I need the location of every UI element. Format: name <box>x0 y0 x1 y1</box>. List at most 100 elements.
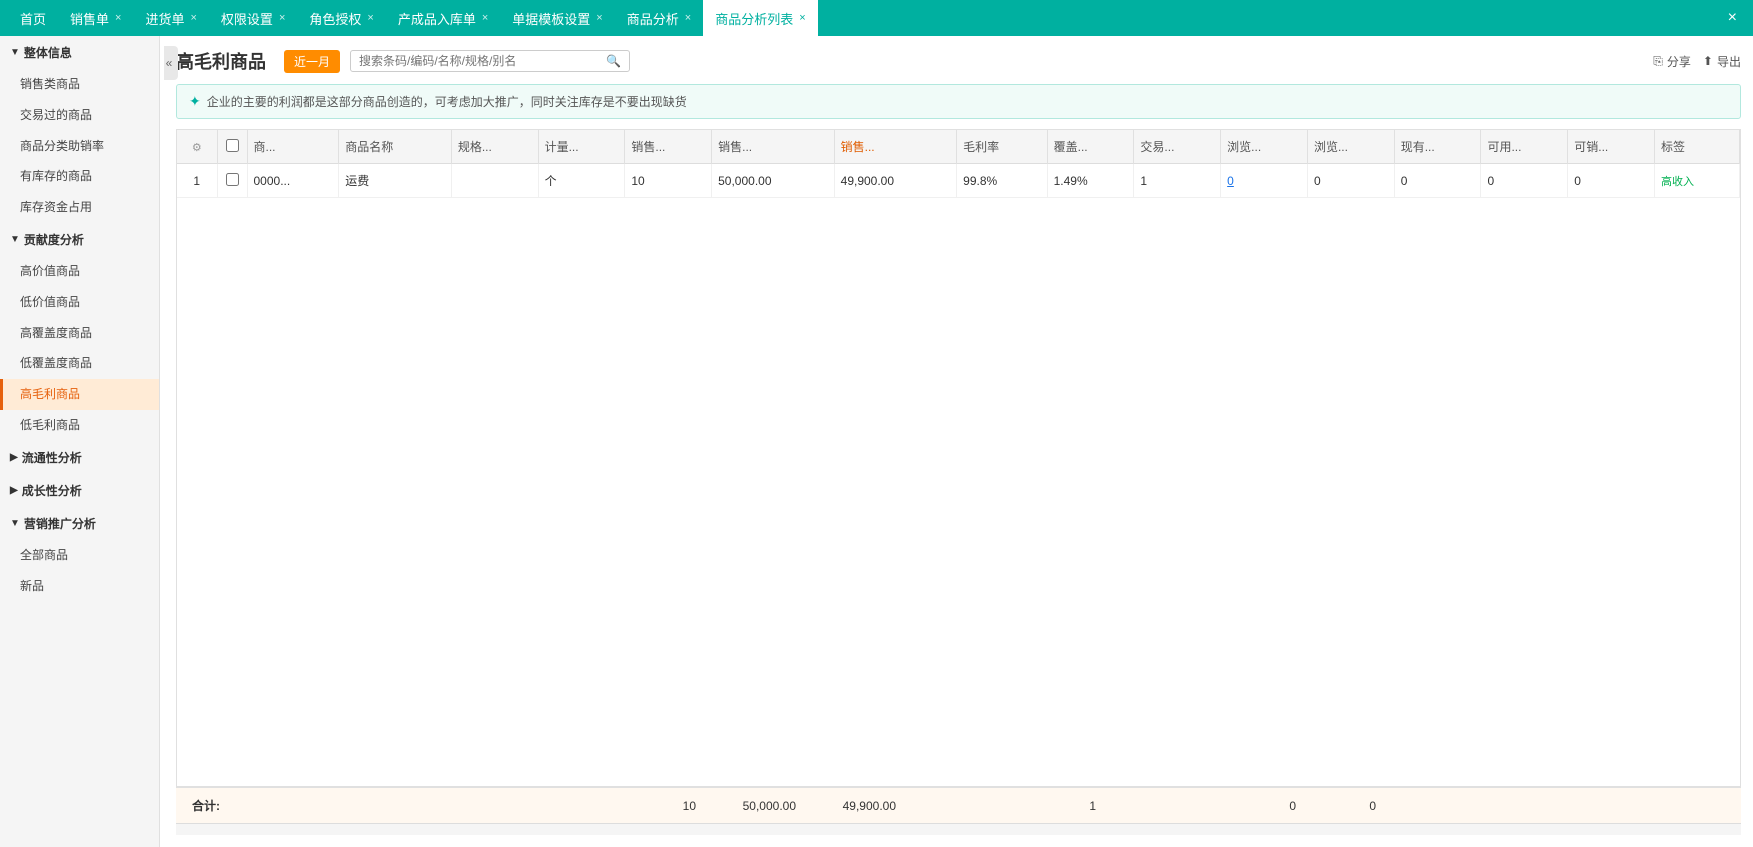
close-all-tabs[interactable]: × <box>1720 9 1745 27</box>
cell-view1[interactable]: 0 <box>1221 164 1308 198</box>
th-view2[interactable]: 浏览... <box>1307 130 1394 164</box>
th-current-stock[interactable]: 现有... <box>1394 130 1481 164</box>
chevron-right-icon: ▶ <box>10 452 18 463</box>
footer-cells: 10 50,000.00 49,900.00 1 0 0 <box>382 799 1735 813</box>
th-view1[interactable]: 浏览... <box>1221 130 1308 164</box>
footer-trade: 1 <box>1022 799 1102 813</box>
sidebar-item-sales-goods[interactable]: 销售类商品 <box>0 69 159 100</box>
cell-spec <box>451 164 538 198</box>
footer-spacer4 <box>902 799 962 813</box>
nav-purchase[interactable]: 进货单 × <box>133 0 208 36</box>
cell-name: 运费 <box>339 164 452 198</box>
th-sales-profit[interactable]: 销售... <box>834 130 957 164</box>
close-icon[interactable]: × <box>799 12 805 24</box>
filter-button[interactable]: 近一月 <box>284 50 340 73</box>
nav-production[interactable]: 产成品入库单 × <box>386 0 500 36</box>
th-available[interactable]: 可用... <box>1481 130 1568 164</box>
close-icon[interactable]: × <box>596 12 602 24</box>
nav-sales[interactable]: 销售单 × <box>58 0 133 36</box>
close-icon[interactable]: × <box>279 12 285 24</box>
th-tag[interactable]: 标签 <box>1655 130 1740 164</box>
sidebar-item-high-coverage[interactable]: 高覆盖度商品 <box>0 318 159 349</box>
footer-spacer7 <box>1162 799 1222 813</box>
sidebar-item-low-margin[interactable]: 低毛利商品 <box>0 410 159 441</box>
th-sales-amount[interactable]: 销售... <box>712 130 835 164</box>
select-all-checkbox[interactable] <box>226 139 239 152</box>
page-title: 高毛利商品 <box>176 48 266 74</box>
main-layout: ▼ 整体信息 销售类商品 交易过的商品 商品分类助销率 有库存的商品 库存资金占… <box>0 36 1753 847</box>
close-icon[interactable]: × <box>685 12 691 24</box>
top-nav: 首页 销售单 × 进货单 × 权限设置 × 角色授权 × 产成品入库单 × 单据… <box>0 0 1753 36</box>
table-row: 1 0000... 运费 <box>177 164 1740 198</box>
chevron-right-icon: ▶ <box>10 485 18 496</box>
th-spec[interactable]: 规格... <box>451 130 538 164</box>
cell-num: 1 <box>177 164 217 198</box>
sidebar-item-stock-funds[interactable]: 库存资金占用 <box>0 192 159 223</box>
footer-spacer5 <box>962 799 1022 813</box>
th-name[interactable]: 商品名称 <box>339 130 452 164</box>
content-header: 高毛利商品 近一月 🔍 ⎘ 分享 ⬆ 导出 <box>176 48 1741 74</box>
nav-template[interactable]: 单据模板设置 × <box>500 0 614 36</box>
th-trade[interactable]: 交易... <box>1134 130 1221 164</box>
settings-icon[interactable]: ⚙ <box>192 142 202 154</box>
cell-unit: 个 <box>538 164 625 198</box>
sidebar-item-traded-goods[interactable]: 交易过的商品 <box>0 100 159 131</box>
th-code[interactable]: 商... <box>247 130 339 164</box>
export-button[interactable]: ⬆ 导出 <box>1703 53 1741 70</box>
chevron-down-icon: ▼ <box>10 47 20 58</box>
close-icon[interactable]: × <box>115 12 121 24</box>
nav-home[interactable]: 首页 <box>8 0 58 36</box>
footer-totals: 合计: 10 50,000.00 49,900.00 1 0 0 <box>176 787 1741 823</box>
sidebar-group-marketing[interactable]: ▼ 营销推广分析 <box>0 507 159 540</box>
share-icon: ⎘ <box>1653 54 1663 69</box>
sidebar-item-high-margin[interactable]: 高毛利商品 <box>0 379 159 410</box>
th-margin-rate[interactable]: 毛利率 <box>957 130 1047 164</box>
search-input[interactable] <box>359 54 606 68</box>
close-icon[interactable]: × <box>482 12 488 24</box>
th-num: ⚙ <box>177 130 217 164</box>
th-sales-qty[interactable]: 销售... <box>625 130 712 164</box>
footer-spacer <box>382 799 502 813</box>
sidebar-item-category-rate[interactable]: 商品分类助销率 <box>0 131 159 162</box>
sidebar-item-high-value[interactable]: 高价值商品 <box>0 256 159 287</box>
cell-check[interactable] <box>217 164 247 198</box>
sidebar-group-growth[interactable]: ▶ 成长性分析 <box>0 474 159 507</box>
cell-code: 0000... <box>247 164 339 198</box>
search-icon[interactable]: 🔍 <box>606 54 621 68</box>
info-icon: ✦ <box>189 93 201 110</box>
chevron-down-icon: ▼ <box>10 234 20 245</box>
sidebar-item-low-coverage[interactable]: 低覆盖度商品 <box>0 348 159 379</box>
footer-label: 合计: <box>182 797 382 814</box>
sidebar-group-overall[interactable]: ▼ 整体信息 <box>0 36 159 69</box>
cell-view2: 0 <box>1307 164 1394 198</box>
th-coverage[interactable]: 覆盖... <box>1047 130 1134 164</box>
th-sellable[interactable]: 可销... <box>1568 130 1655 164</box>
cell-sales-amount: 50,000.00 <box>712 164 835 198</box>
nav-analysis[interactable]: 商品分析 × <box>615 0 703 36</box>
nav-permissions[interactable]: 权限设置 × <box>209 0 297 36</box>
footer-spacer6 <box>1102 799 1162 813</box>
chevron-left-icon: « <box>166 56 173 70</box>
row-checkbox[interactable] <box>226 173 239 186</box>
sidebar-item-all-goods[interactable]: 全部商品 <box>0 540 159 571</box>
sidebar-collapse-btn[interactable]: « <box>164 46 178 80</box>
sidebar-group-contribution[interactable]: ▼ 贡献度分析 <box>0 223 159 256</box>
footer-spacer3 <box>582 799 642 813</box>
nav-analysis-list[interactable]: 商品分析列表 × <box>703 0 817 36</box>
footer-spacer2 <box>502 799 582 813</box>
th-unit[interactable]: 计量... <box>538 130 625 164</box>
horizontal-scrollbar[interactable] <box>176 823 1741 835</box>
sidebar-item-stocked-goods[interactable]: 有库存的商品 <box>0 161 159 192</box>
cell-sellable: 0 <box>1568 164 1655 198</box>
share-button[interactable]: ⎘ 分享 <box>1653 53 1691 70</box>
sidebar-item-new-goods[interactable]: 新品 <box>0 571 159 602</box>
cell-current-stock: 0 <box>1394 164 1481 198</box>
close-icon[interactable]: × <box>190 12 196 24</box>
th-check[interactable] <box>217 130 247 164</box>
close-icon[interactable]: × <box>367 12 373 24</box>
sidebar-group-circulation[interactable]: ▶ 流通性分析 <box>0 441 159 474</box>
data-table: ⚙ 商... 商品名称 规格. <box>177 130 1740 198</box>
nav-roles[interactable]: 角色授权 × <box>297 0 385 36</box>
cell-margin-rate: 99.8% <box>957 164 1047 198</box>
sidebar-item-low-value[interactable]: 低价值商品 <box>0 287 159 318</box>
